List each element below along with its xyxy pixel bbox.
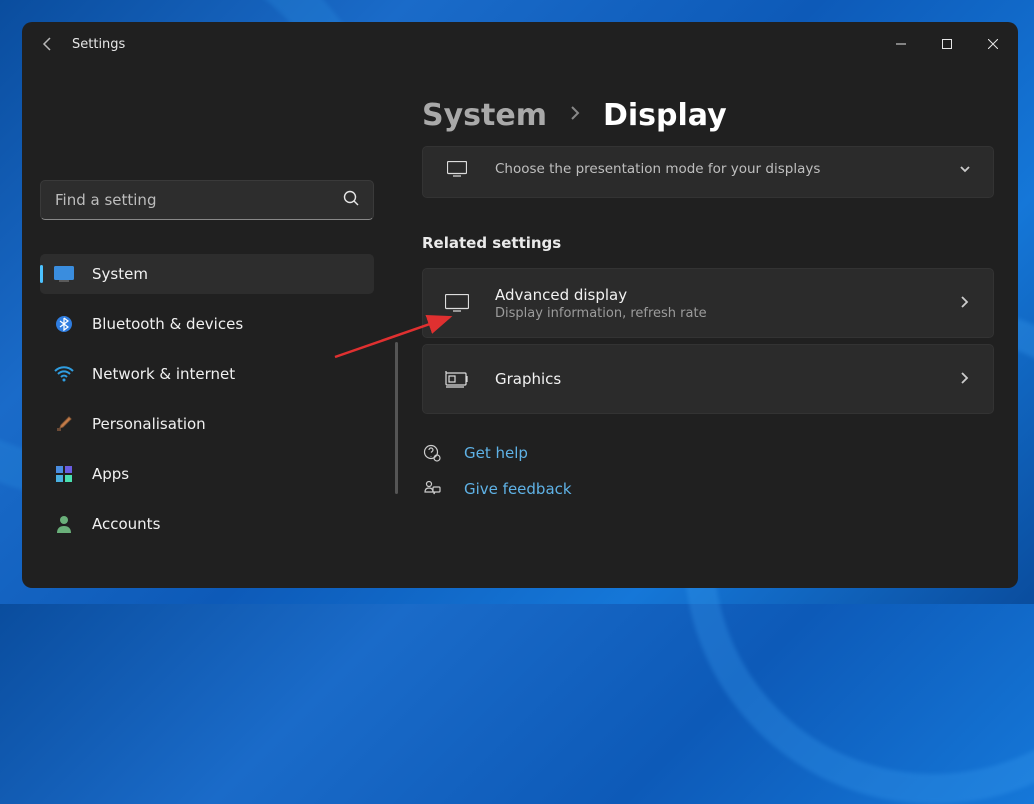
row-multiple-displays[interactable]: Choose the presentation mode for your di… <box>422 146 994 198</box>
link-get-help[interactable]: Get help <box>422 444 994 462</box>
chevron-down-icon <box>959 160 971 179</box>
sidebar-item-apps[interactable]: Apps <box>40 454 374 494</box>
settings-window: Settings System Bluetooth & devices <box>22 22 1018 588</box>
sidebar-item-network[interactable]: Network & internet <box>40 354 374 394</box>
display-icon <box>445 161 469 177</box>
titlebar: Settings <box>22 22 1018 66</box>
wifi-icon <box>54 364 74 384</box>
row-advanced-display[interactable]: Advanced display Display information, re… <box>422 268 994 338</box>
sidebar-item-accounts[interactable]: Accounts <box>40 504 374 544</box>
sidebar-item-label: System <box>92 265 148 283</box>
chevron-right-icon <box>565 103 585 127</box>
sidebar-item-label: Apps <box>92 465 129 483</box>
app-title: Settings <box>72 37 125 52</box>
footer-links: Get help Give feedback <box>422 444 994 498</box>
chevron-right-icon <box>957 370 971 389</box>
row-subtitle: Display information, refresh rate <box>495 306 707 321</box>
paintbrush-icon <box>54 414 74 434</box>
system-icon <box>54 264 74 284</box>
link-give-feedback[interactable]: Give feedback <box>422 480 994 498</box>
search-input[interactable] <box>55 191 343 209</box>
feedback-icon <box>422 480 442 498</box>
sidebar-item-system[interactable]: System <box>40 254 374 294</box>
search-box[interactable] <box>40 180 374 220</box>
row-title: Graphics <box>495 370 561 388</box>
minimize-button[interactable] <box>878 22 924 66</box>
sidebar-item-bluetooth[interactable]: Bluetooth & devices <box>40 304 374 344</box>
back-button[interactable] <box>24 22 72 66</box>
sidebar: System Bluetooth & devices Network & int… <box>22 66 392 588</box>
row-title: Advanced display <box>495 286 707 304</box>
chevron-right-icon <box>957 294 971 313</box>
nav-list: System Bluetooth & devices Network & int… <box>40 254 374 554</box>
row-graphics[interactable]: Graphics <box>422 344 994 414</box>
bluetooth-icon <box>54 314 74 334</box>
close-button[interactable] <box>970 22 1016 66</box>
breadcrumb: System Display <box>422 66 994 146</box>
monitor-icon <box>445 294 469 312</box>
breadcrumb-current: Display <box>603 98 727 133</box>
sidebar-item-label: Network & internet <box>92 365 235 383</box>
sidebar-item-label: Personalisation <box>92 415 206 433</box>
link-label: Give feedback <box>464 480 572 498</box>
gpu-icon <box>445 370 469 388</box>
link-label: Get help <box>464 444 528 462</box>
search-icon <box>343 190 359 210</box>
row-subtitle: Choose the presentation mode for your di… <box>495 161 820 177</box>
person-icon <box>54 514 74 534</box>
sidebar-item-label: Bluetooth & devices <box>92 315 243 333</box>
sidebar-item-label: Accounts <box>92 515 160 533</box>
help-icon <box>422 444 442 462</box>
main-content: System Display Choose the presentation m… <box>392 66 1018 588</box>
breadcrumb-parent[interactable]: System <box>422 98 547 133</box>
apps-icon <box>54 464 74 484</box>
maximize-button[interactable] <box>924 22 970 66</box>
section-title: Related settings <box>422 234 994 252</box>
sidebar-item-personalisation[interactable]: Personalisation <box>40 404 374 444</box>
